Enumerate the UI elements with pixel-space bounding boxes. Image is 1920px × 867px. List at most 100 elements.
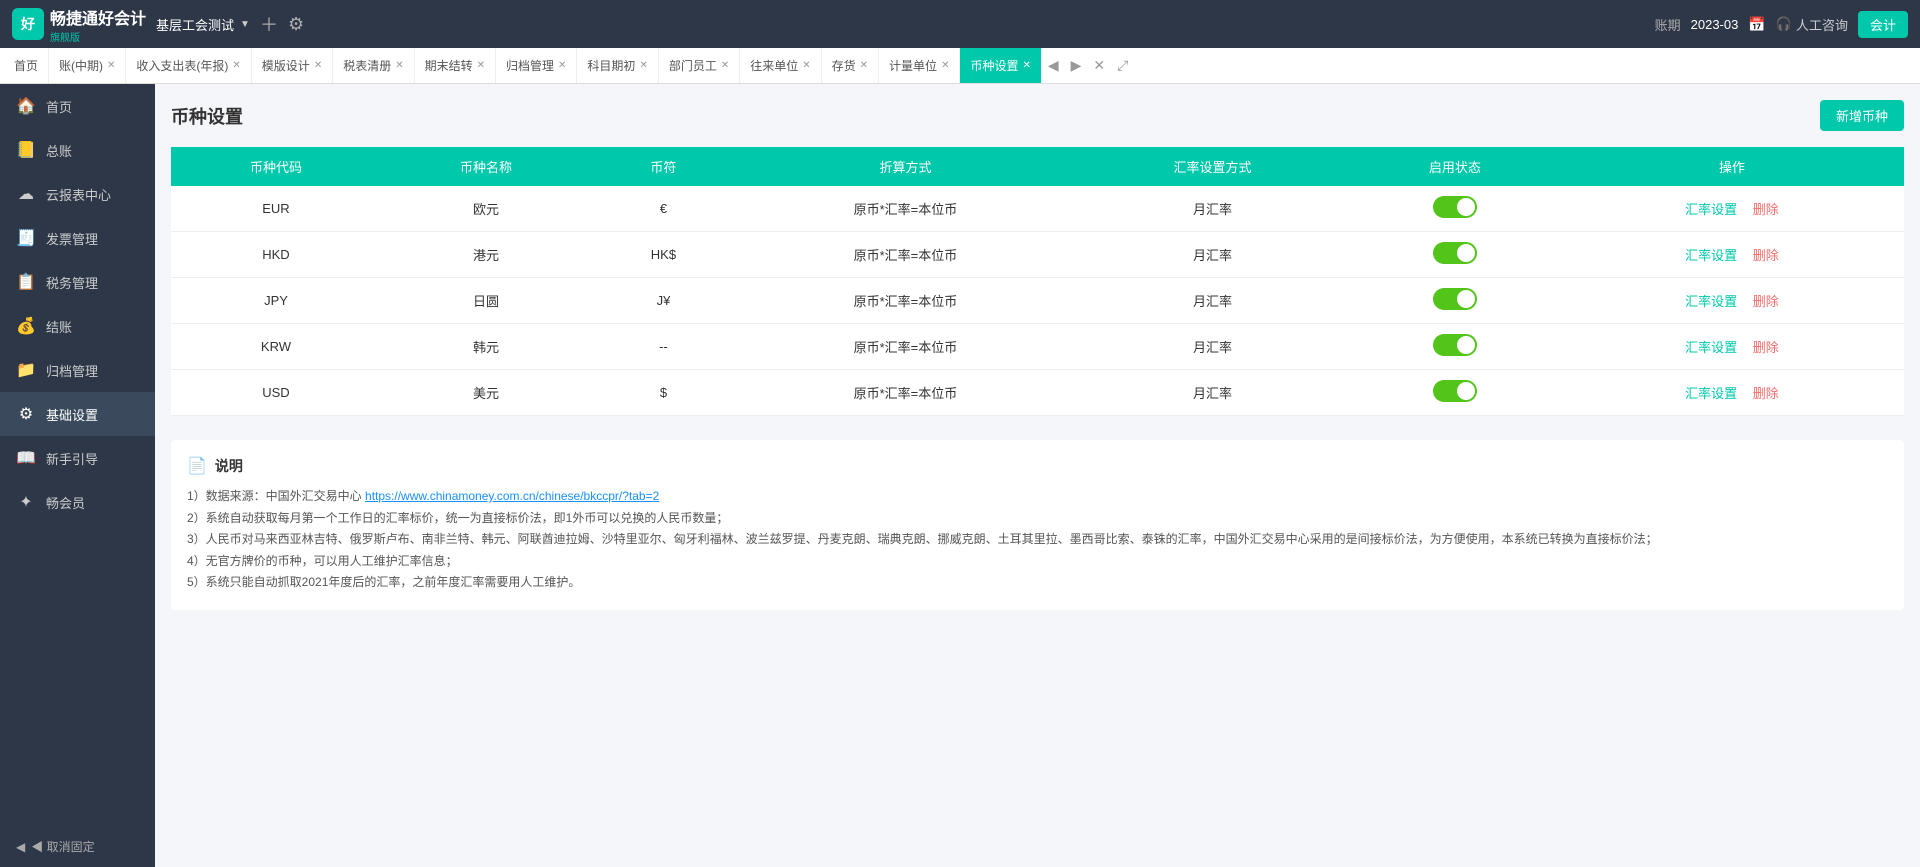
workspace-name: 基层工会测试	[156, 15, 234, 34]
delete-link-4[interactable]: 删除	[1753, 386, 1779, 401]
tab-close-icon[interactable]: ✕	[558, 60, 566, 71]
archive-icon: 📁	[16, 360, 36, 380]
toggle-2[interactable]	[1433, 288, 1477, 310]
cell-symbol-2: J¥	[591, 278, 736, 324]
toggle-4[interactable]	[1433, 380, 1477, 402]
toggle-thumb-2	[1457, 290, 1475, 308]
tab-shouru[interactable]: 收入支出表(年报) ✕	[126, 48, 251, 83]
new-currency-button[interactable]: 新增币种	[1820, 100, 1904, 131]
toggle-3[interactable]	[1433, 334, 1477, 356]
tab-close-icon[interactable]: ✕	[639, 60, 647, 71]
pin-label: ◀ 取消固定	[31, 838, 94, 855]
tab-close-all-btn[interactable]: ✕	[1087, 57, 1111, 74]
cell-rate-method-3: 月汇率	[1075, 324, 1350, 370]
cell-name-1: 港元	[381, 232, 591, 278]
workspace-selector[interactable]: 基层工会测试 ▼	[156, 15, 250, 34]
tab-close-icon[interactable]: ✕	[232, 60, 240, 71]
header-add-btn[interactable]: ＋	[260, 11, 278, 37]
tab-close-icon[interactable]: ✕	[314, 60, 322, 71]
toggle-1[interactable]	[1433, 242, 1477, 264]
workspace-dropdown-icon: ▼	[240, 19, 250, 30]
delete-link-3[interactable]: 删除	[1753, 340, 1779, 355]
home-icon: 🏠	[16, 96, 36, 116]
tab-kemuqichu-label: 科目期初	[587, 57, 635, 74]
header-settings-btn[interactable]: ⚙	[288, 14, 304, 35]
currency-table: 币种代码 币种名称 币符 折算方式 汇率设置方式 启用状态 操作 EUR 欧元 …	[171, 147, 1904, 416]
cell-calc-1: 原币*汇率=本位币	[736, 232, 1075, 278]
sidebar-item-member[interactable]: ✦ 畅会员	[0, 480, 155, 524]
notes-item-2: 3）人民币对马来西亚林吉特、俄罗斯卢布、南非兰特、韩元、阿联酋迪拉姆、沙特里亚尔…	[187, 529, 1888, 551]
tab-cunhuo[interactable]: 存货 ✕	[822, 48, 879, 83]
cell-calc-3: 原币*汇率=本位币	[736, 324, 1075, 370]
accounting-button[interactable]: 会计	[1858, 11, 1908, 38]
tab-close-icon[interactable]: ✕	[477, 60, 485, 71]
sidebar-item-home[interactable]: 🏠 首页	[0, 84, 155, 128]
support-button[interactable]: 🎧 人工咨询	[1776, 15, 1848, 34]
tab-close-icon[interactable]: ✕	[107, 60, 115, 71]
toggle-track-4[interactable]	[1433, 380, 1477, 402]
sidebar-item-general-ledger[interactable]: 📒 总账	[0, 128, 155, 172]
col-calc: 折算方式	[736, 147, 1075, 186]
notes-link[interactable]: https://www.chinamoney.com.cn/chinese/bk…	[365, 489, 659, 503]
toggle-track-1[interactable]	[1433, 242, 1477, 264]
tab-expand-btn[interactable]: ⤢	[1111, 57, 1134, 74]
tab-jiliang[interactable]: 计量单位 ✕	[879, 48, 960, 83]
cell-action-4: 汇率设置 删除	[1560, 370, 1904, 416]
table-row: KRW 韩元 -- 原币*汇率=本位币 月汇率 汇率设置 删除	[171, 324, 1904, 370]
col-rate-method: 汇率设置方式	[1075, 147, 1350, 186]
tab-qimo[interactable]: 期末结转 ✕	[415, 48, 496, 83]
tab-bumenygong[interactable]: 部门员工 ✕	[659, 48, 740, 83]
sidebar-item-settings[interactable]: ⚙ 基础设置	[0, 392, 155, 436]
tab-prev-btn[interactable]: ◀	[1042, 57, 1065, 74]
toggle-track-2[interactable]	[1433, 288, 1477, 310]
rate-setting-link-2[interactable]: 汇率设置	[1685, 294, 1737, 309]
tab-zhangqizhong[interactable]: 账(中期) ✕	[49, 48, 126, 83]
tab-bizhong[interactable]: 币种设置 ✕	[960, 48, 1041, 83]
tab-wanglaidanwei[interactable]: 往来单位 ✕	[740, 48, 821, 83]
tab-shuibiao[interactable]: 税表清册 ✕	[333, 48, 414, 83]
tab-next-btn[interactable]: ▶	[1065, 57, 1088, 74]
calendar-icon[interactable]: 📅	[1748, 16, 1765, 33]
rate-setting-link-1[interactable]: 汇率设置	[1685, 248, 1737, 263]
delete-link-1[interactable]: 删除	[1753, 248, 1779, 263]
settlement-icon: 💰	[16, 316, 36, 336]
tab-close-icon[interactable]: ✕	[860, 60, 868, 71]
cell-action-1: 汇率设置 删除	[1560, 232, 1904, 278]
tab-wanglaidanwei-label: 往来单位	[750, 57, 798, 74]
cell-action-0: 汇率设置 删除	[1560, 186, 1904, 232]
tab-bizhong-close-icon[interactable]: ✕	[1022, 60, 1030, 71]
sidebar-label-member: 畅会员	[46, 493, 85, 512]
rate-setting-link-0[interactable]: 汇率设置	[1685, 202, 1737, 217]
delete-link-0[interactable]: 删除	[1753, 202, 1779, 217]
tab-kemuqichu[interactable]: 科目期初 ✕	[577, 48, 658, 83]
sidebar-item-settlement[interactable]: 💰 结账	[0, 304, 155, 348]
cell-code-4: USD	[171, 370, 381, 416]
delete-link-2[interactable]: 删除	[1753, 294, 1779, 309]
toggle-track-0[interactable]	[1433, 196, 1477, 218]
col-symbol: 币符	[591, 147, 736, 186]
tab-home[interactable]: 首页	[4, 48, 49, 83]
tab-close-icon[interactable]: ✕	[395, 60, 403, 71]
tab-guidang[interactable]: 归档管理 ✕	[496, 48, 577, 83]
cell-code-1: HKD	[171, 232, 381, 278]
app-title: 畅捷通好会计	[50, 5, 146, 29]
sidebar-item-tax[interactable]: 📋 税务管理	[0, 260, 155, 304]
toggle-track-3[interactable]	[1433, 334, 1477, 356]
toggle-0[interactable]	[1433, 196, 1477, 218]
sidebar-item-archive[interactable]: 📁 归档管理	[0, 348, 155, 392]
sidebar-label-settings: 基础设置	[46, 405, 98, 424]
notes-item-3: 4）无官方牌价的币种，可以用人工维护汇率信息；	[187, 551, 1888, 573]
cell-action-2: 汇率设置 删除	[1560, 278, 1904, 324]
tab-moban[interactable]: 模版设计 ✕	[252, 48, 333, 83]
sidebar-item-guide[interactable]: 📖 新手引导	[0, 436, 155, 480]
rate-setting-link-3[interactable]: 汇率设置	[1685, 340, 1737, 355]
rate-setting-link-4[interactable]: 汇率设置	[1685, 386, 1737, 401]
sidebar-pin-toggle[interactable]: ◀ ◀ 取消固定	[0, 826, 155, 867]
sidebar-item-report-center[interactable]: ☁ 云报表中心	[0, 172, 155, 216]
sidebar-item-invoice[interactable]: 🧾 发票管理	[0, 216, 155, 260]
tab-close-icon[interactable]: ✕	[941, 60, 949, 71]
tab-close-icon[interactable]: ✕	[802, 60, 810, 71]
tab-close-icon[interactable]: ✕	[721, 60, 729, 71]
plus-icon: ＋	[260, 11, 278, 37]
cell-symbol-4: $	[591, 370, 736, 416]
